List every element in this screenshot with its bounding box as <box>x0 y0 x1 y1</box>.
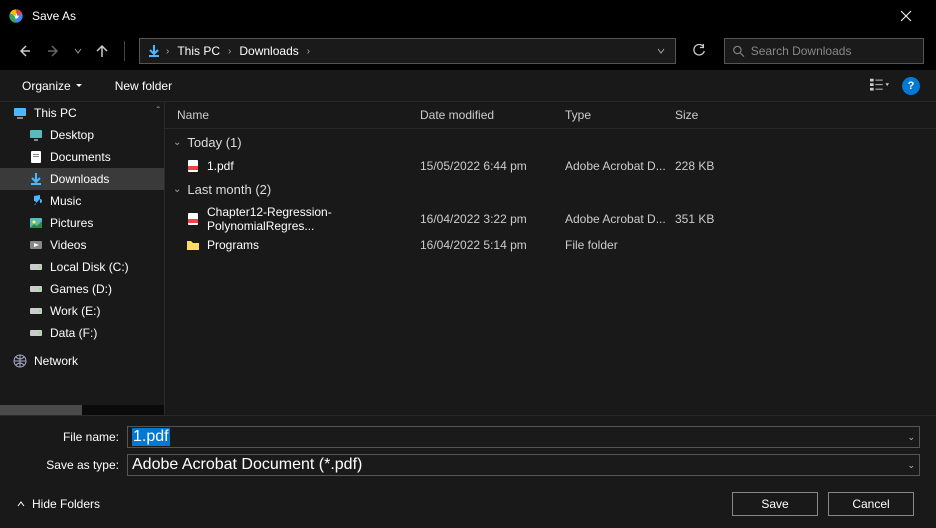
back-button[interactable] <box>12 39 36 63</box>
search-icon <box>733 45 745 58</box>
up-button[interactable] <box>90 39 114 63</box>
column-headers: Name Date modified Type Size <box>165 102 936 129</box>
sidebar-item[interactable]: Documents <box>0 146 164 168</box>
breadcrumb[interactable]: › This PC › Downloads › <box>139 38 676 64</box>
column-type[interactable]: Type <box>565 108 675 122</box>
file-row[interactable]: 1.pdf15/05/2022 6:44 pmAdobe Acrobat D..… <box>165 156 936 176</box>
sidebar-this-pc[interactable]: This PC ˆ <box>0 102 164 124</box>
refresh-icon <box>692 44 706 58</box>
sidebar-item[interactable]: Local Disk (C:) <box>0 256 164 278</box>
download-icon <box>146 43 162 59</box>
close-icon <box>900 10 912 22</box>
disk-icon <box>28 281 44 297</box>
sidebar-network[interactable]: Network <box>0 350 164 372</box>
sidebar: This PC ˆ DesktopDocumentsDownloadsMusic… <box>0 102 165 415</box>
breadcrumb-item[interactable]: This PC <box>173 42 224 60</box>
column-name[interactable]: Name <box>165 108 420 122</box>
window-title: Save As <box>32 9 883 23</box>
new-folder-button[interactable]: New folder <box>109 75 178 97</box>
filename-input-wrap[interactable]: 1.pdf ⌄ <box>127 426 920 448</box>
cancel-button[interactable]: Cancel <box>828 492 914 516</box>
bottom-panel: File name: 1.pdf ⌄ Save as type: Adobe A… <box>0 415 936 528</box>
file-row[interactable]: Chapter12-Regression-PolynomialRegres...… <box>165 203 936 235</box>
arrow-up-icon <box>94 43 110 59</box>
sidebar-item[interactable]: Downloads <box>0 168 164 190</box>
view-options-button[interactable] <box>870 78 890 94</box>
network-icon <box>12 353 28 369</box>
group-header[interactable]: ⌄Last month (2) <box>165 176 936 203</box>
chrome-icon <box>8 8 24 24</box>
disk-icon <box>28 325 44 341</box>
chevron-right-icon: › <box>166 46 169 57</box>
chevron-down-icon[interactable]: ⌄ <box>907 460 915 471</box>
sidebar-item[interactable]: Videos <box>0 234 164 256</box>
breadcrumb-dropdown[interactable] <box>653 44 669 58</box>
saveas-label: Save as type: <box>16 458 119 472</box>
chevron-down-icon: ⌄ <box>173 137 181 148</box>
help-button[interactable]: ? <box>902 77 920 95</box>
sidebar-item[interactable]: Data (F:) <box>0 322 164 344</box>
chevron-right-icon: › <box>228 46 231 57</box>
arrow-left-icon <box>16 43 32 59</box>
column-size[interactable]: Size <box>675 108 755 122</box>
pc-icon <box>12 105 28 121</box>
arrow-right-icon <box>46 43 62 59</box>
group-header[interactable]: ⌄Today (1) <box>165 129 936 156</box>
chevron-down-icon[interactable]: ⌄ <box>907 432 915 443</box>
sidebar-item[interactable]: Music <box>0 190 164 212</box>
sidebar-item[interactable]: Desktop <box>0 124 164 146</box>
save-button[interactable]: Save <box>732 492 818 516</box>
music-icon <box>28 193 44 209</box>
breadcrumb-item[interactable]: Downloads <box>235 42 302 60</box>
saveas-dropdown[interactable]: Adobe Acrobat Document (*.pdf) ⌄ <box>127 454 920 476</box>
recent-button[interactable] <box>72 39 84 63</box>
search-box[interactable] <box>724 38 924 64</box>
chevron-down-icon: ⌄ <box>173 184 181 195</box>
divider <box>124 41 125 61</box>
toolbar: Organize New folder ? <box>0 70 936 102</box>
doc-icon <box>28 149 44 165</box>
search-input[interactable] <box>751 44 915 58</box>
organize-button[interactable]: Organize <box>16 75 89 97</box>
hide-folders-button[interactable]: Hide Folders <box>16 497 100 511</box>
file-list: Name Date modified Type Size ⌄Today (1)1… <box>165 102 936 415</box>
column-date[interactable]: Date modified <box>420 108 565 122</box>
chevron-right-icon: › <box>307 46 310 57</box>
titlebar: Save As <box>0 0 936 32</box>
chevron-up-icon <box>16 499 26 509</box>
filename-label: File name: <box>16 430 119 444</box>
sidebar-item[interactable]: Games (D:) <box>0 278 164 300</box>
main-area: This PC ˆ DesktopDocumentsDownloadsMusic… <box>0 102 936 415</box>
navbar: › This PC › Downloads › <box>0 32 936 70</box>
folder-icon <box>185 237 201 253</box>
pictures-icon <box>28 215 44 231</box>
desktop-icon <box>28 127 44 143</box>
disk-icon <box>28 259 44 275</box>
chevron-up-icon[interactable]: ˆ <box>157 106 160 117</box>
close-button[interactable] <box>883 0 928 32</box>
pdf-icon <box>185 158 201 174</box>
sidebar-scrollbar[interactable] <box>0 405 164 415</box>
forward-button[interactable] <box>42 39 66 63</box>
chevron-down-icon <box>75 82 83 90</box>
file-row[interactable]: Programs16/04/2022 5:14 pmFile folder <box>165 235 936 255</box>
refresh-button[interactable] <box>686 38 712 64</box>
sidebar-item[interactable]: Work (E:) <box>0 300 164 322</box>
sidebar-item[interactable]: Pictures <box>0 212 164 234</box>
filename-input[interactable]: 1.pdf <box>132 428 170 446</box>
videos-icon <box>28 237 44 253</box>
chevron-down-icon <box>74 47 82 55</box>
pdf-icon <box>185 211 201 227</box>
download-icon <box>28 171 44 187</box>
disk-icon <box>28 303 44 319</box>
